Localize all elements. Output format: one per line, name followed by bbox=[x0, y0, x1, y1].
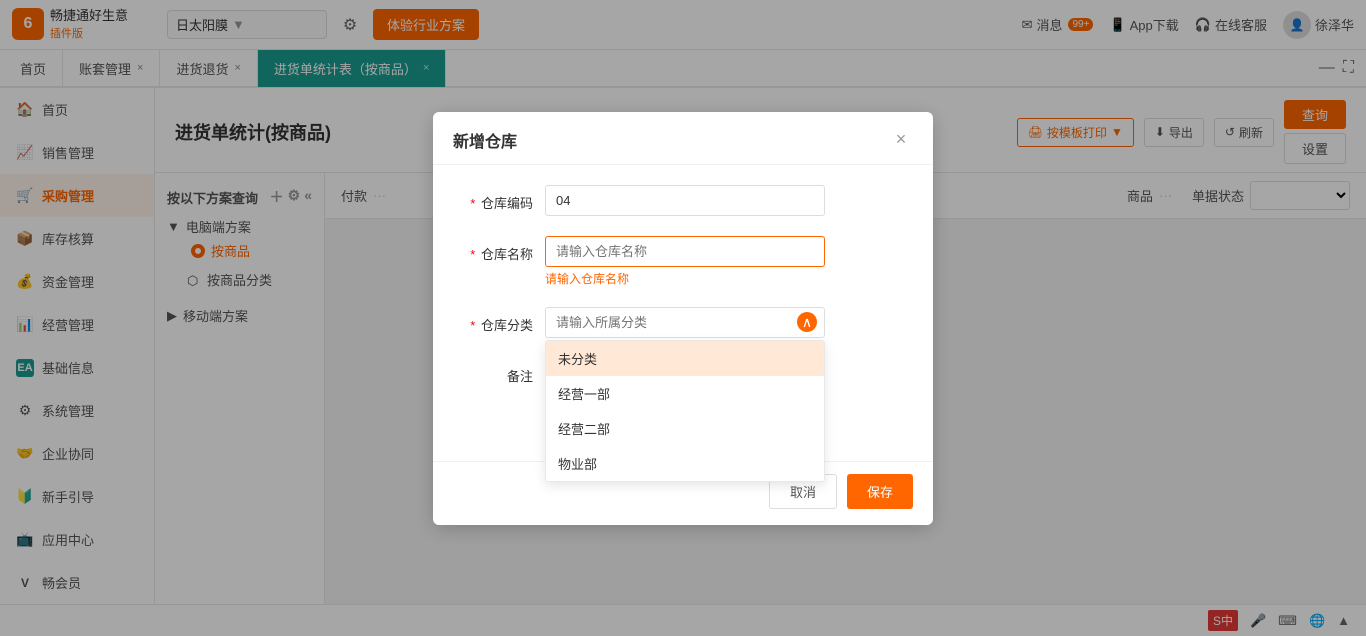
code-label: * 仓库编码 bbox=[463, 185, 533, 212]
save-button[interactable]: 保存 bbox=[847, 474, 913, 509]
code-input[interactable] bbox=[545, 185, 825, 216]
name-label-text: 仓库名称 bbox=[481, 247, 533, 262]
name-required-mark: * bbox=[470, 247, 475, 262]
note-label: 备注 bbox=[463, 358, 533, 385]
modal-close-button[interactable]: × bbox=[889, 128, 913, 152]
name-label: * 仓库名称 bbox=[463, 236, 533, 263]
code-label-text: 仓库编码 bbox=[481, 196, 533, 211]
code-form-row: * 仓库编码 bbox=[463, 185, 903, 216]
category-select-wrap: ∧ 未分类 经营一部 经营二部 物业部 bbox=[545, 307, 825, 338]
dropdown-item-dept2[interactable]: 经营二部 bbox=[546, 411, 824, 446]
category-form-row: * 仓库分类 ∧ 未分类 经营一部 经营二部 物业部 bbox=[463, 307, 903, 338]
name-input-wrap: 请输入仓库名称 bbox=[545, 236, 903, 287]
dropdown-item-dept1[interactable]: 经营一部 bbox=[546, 376, 824, 411]
category-input[interactable] bbox=[545, 307, 825, 338]
code-input-wrap bbox=[545, 185, 903, 216]
category-arrow-icon[interactable]: ∧ bbox=[797, 312, 817, 332]
dropdown-item-dept3[interactable]: 物业部 bbox=[546, 446, 824, 481]
dropdown-item-uncategorized[interactable]: 未分类 bbox=[546, 341, 824, 376]
cat-label-text: 仓库分类 bbox=[481, 318, 533, 333]
modal-body: * 仓库编码 * 仓库名称 请输入仓库名称 bbox=[433, 165, 933, 461]
name-form-row: * 仓库名称 请输入仓库名称 bbox=[463, 236, 903, 287]
modal-header: 新增仓库 × bbox=[433, 112, 933, 165]
modal-title: 新增仓库 bbox=[453, 128, 517, 152]
code-required-mark: * bbox=[470, 196, 475, 211]
add-warehouse-modal: 新增仓库 × * 仓库编码 * 仓库名称 bbox=[433, 112, 933, 525]
note-label-text: 备注 bbox=[507, 369, 533, 384]
modal-overlay[interactable]: 新增仓库 × * 仓库编码 * 仓库名称 bbox=[0, 0, 1366, 636]
name-input[interactable] bbox=[545, 236, 825, 267]
name-error-tip: 请输入仓库名称 bbox=[545, 270, 903, 287]
category-dropdown: 未分类 经营一部 经营二部 物业部 bbox=[545, 340, 825, 482]
cat-required-mark: * bbox=[470, 318, 475, 333]
category-label: * 仓库分类 bbox=[463, 307, 533, 334]
